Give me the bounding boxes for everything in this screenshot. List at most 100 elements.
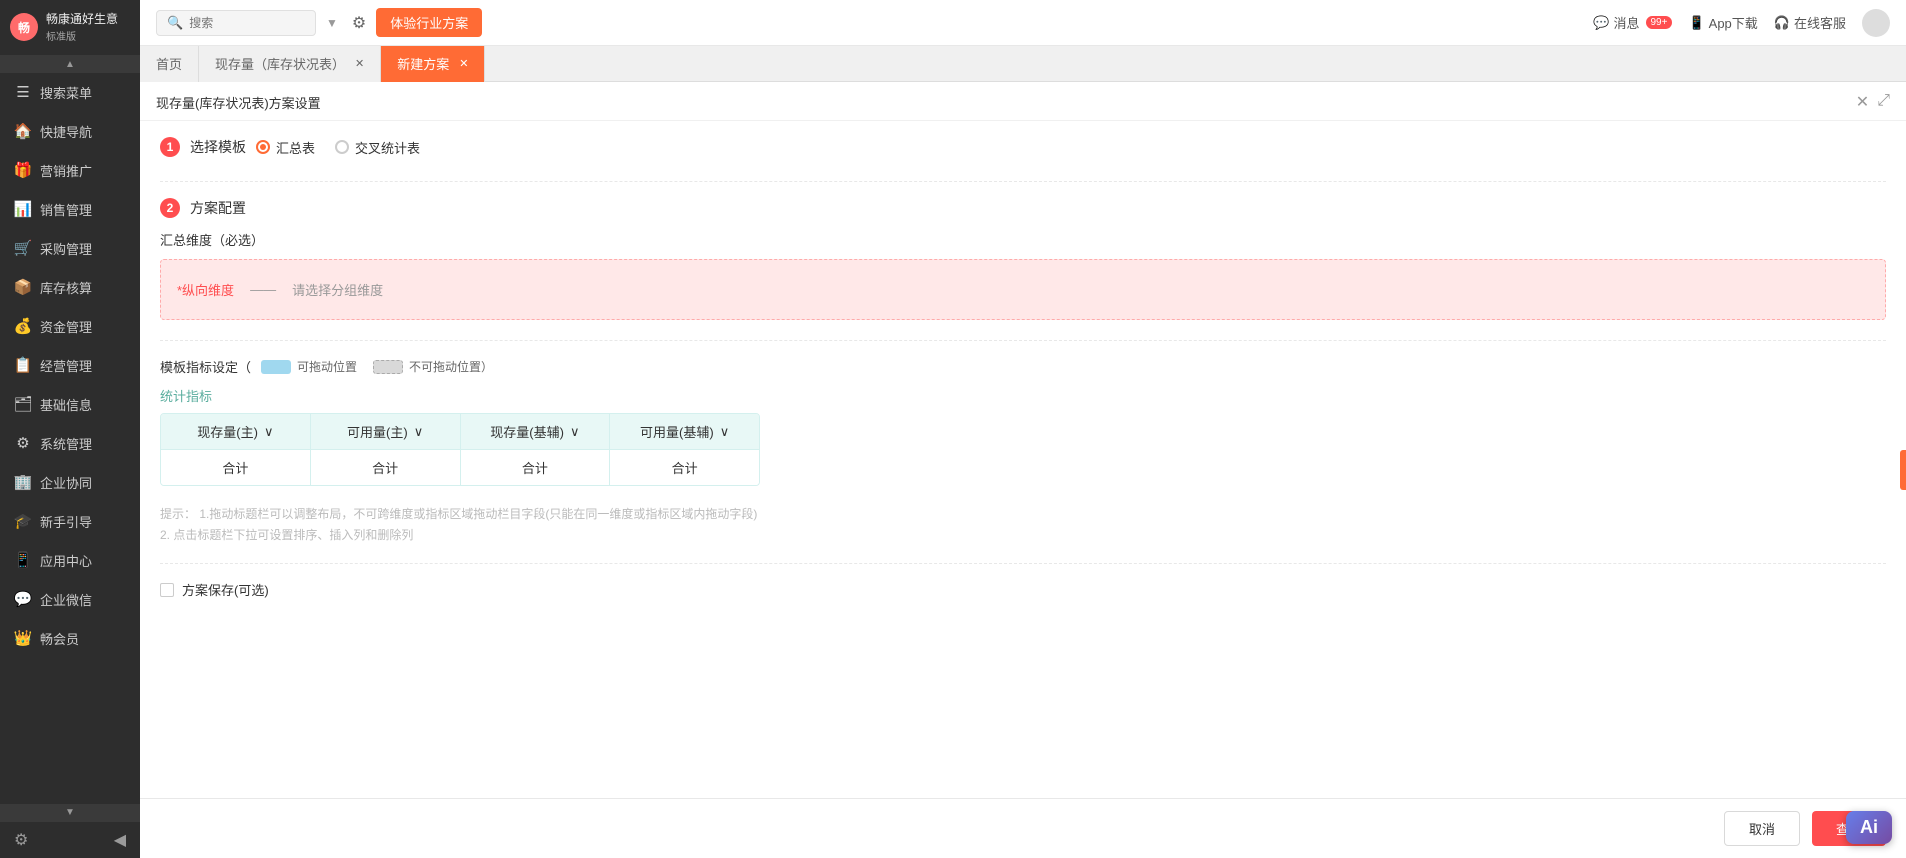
section2-header: 2 方案配置 bbox=[160, 198, 1886, 218]
sidebar-item-enterprise[interactable]: 🏢 企业协同 bbox=[0, 463, 140, 502]
indicator-label-text: 模板指标设定（ bbox=[160, 357, 251, 376]
legend-box-draggable bbox=[261, 360, 291, 374]
tab-new-scheme[interactable]: 新建方案 ✕ bbox=[381, 46, 485, 82]
topbar-gear-icon[interactable]: ⚙ bbox=[352, 13, 366, 33]
sidebar-item-label: 销售管理 bbox=[40, 200, 92, 219]
search-dropdown-icon[interactable]: ▼ bbox=[326, 16, 338, 30]
sidebar-item-finance[interactable]: 💰 资金管理 bbox=[0, 307, 140, 346]
sidebar-scroll-up[interactable]: ▲ bbox=[0, 56, 140, 73]
sidebar-item-wechat[interactable]: 💬 企业微信 bbox=[0, 580, 140, 619]
topbar-right: 💬 消息 99+ 📱 App下载 🎧 在线客服 bbox=[1593, 9, 1890, 37]
tab-new-scheme-close-icon[interactable]: ✕ bbox=[459, 57, 468, 70]
stats-cell-1: 合计 bbox=[161, 450, 311, 485]
sidebar-item-label: 快捷导航 bbox=[40, 122, 92, 141]
app-download-button[interactable]: 📱 App下载 bbox=[1688, 13, 1757, 32]
sidebar-item-management[interactable]: 📋 经营管理 bbox=[0, 346, 140, 385]
tab-inventory-status[interactable]: 现存量（库存状况表） ✕ bbox=[199, 46, 381, 82]
stats-col-3-header[interactable]: 现存量(基辅) ∨ bbox=[461, 414, 611, 449]
building-icon: 🏢 bbox=[14, 473, 32, 491]
section-divider-3 bbox=[160, 563, 1886, 564]
panel-expand-icon[interactable]: ⤢ bbox=[1877, 92, 1890, 112]
tab-home-label: 首页 bbox=[156, 54, 182, 73]
collapse-icon[interactable]: ◀ bbox=[114, 830, 126, 850]
sidebar-logo: 畅 畅康通好生意 标准版 bbox=[0, 0, 140, 56]
app-version: 标准版 bbox=[46, 28, 118, 43]
sidebar-item-newcomer[interactable]: 🎓 新手引导 bbox=[0, 502, 140, 541]
chevron-down-icon-4: ∨ bbox=[720, 424, 730, 440]
tabs-bar: 首页 现存量（库存状况表） ✕ 新建方案 ✕ bbox=[140, 46, 1906, 82]
search-input[interactable] bbox=[189, 16, 289, 30]
sidebar-item-vip[interactable]: 👑 畅会员 bbox=[0, 619, 140, 658]
cancel-button[interactable]: 取消 bbox=[1724, 811, 1800, 846]
clipboard-icon: 📋 bbox=[14, 356, 32, 374]
indicator-settings: 模板指标设定（ 可拖动位置 不可拖动位置） bbox=[160, 357, 1886, 489]
message-badge: 99+ bbox=[1646, 16, 1673, 29]
panel-title: 现存量(库存状况表)方案设置 bbox=[156, 93, 321, 112]
right-indicator bbox=[1900, 450, 1906, 490]
sidebar-item-basic-info[interactable]: 🗂 基础信息 bbox=[0, 385, 140, 424]
template-radio-group: 汇总表 交叉统计表 bbox=[256, 138, 420, 157]
form-content: 1 选择模板 汇总表 交叉统计表 bbox=[140, 121, 1906, 798]
trial-button[interactable]: 体验行业方案 bbox=[376, 8, 482, 37]
stats-col-1-header[interactable]: 现存量(主) ∨ bbox=[161, 414, 311, 449]
sidebar-item-label: 应用中心 bbox=[40, 551, 92, 570]
stats-cell-3: 合计 bbox=[461, 450, 611, 485]
sidebar-item-quick-nav[interactable]: 🏠 快捷导航 bbox=[0, 112, 140, 151]
sidebar-item-label: 畅会员 bbox=[40, 629, 79, 648]
sidebar-scroll-down[interactable]: ▼ bbox=[0, 804, 140, 821]
sidebar-item-search-menu[interactable]: ☰ 搜索菜单 bbox=[0, 73, 140, 112]
stats-col-1-label: 现存量(主) bbox=[197, 422, 258, 441]
stats-col-4-header[interactable]: 可用量(基辅) ∨ bbox=[610, 414, 759, 449]
sidebar-item-purchase[interactable]: 🛒 采购管理 bbox=[0, 229, 140, 268]
radio-dot-summary bbox=[256, 140, 270, 154]
tab-home[interactable]: 首页 bbox=[140, 46, 199, 82]
search-box[interactable]: 🔍 bbox=[156, 10, 316, 36]
message-label: 消息 bbox=[1613, 13, 1639, 32]
save-checkbox[interactable] bbox=[160, 583, 174, 597]
panel-close-icon[interactable]: ✕ bbox=[1856, 92, 1869, 112]
app-download-label: App下载 bbox=[1709, 13, 1758, 32]
phone-icon: 📱 bbox=[14, 551, 32, 569]
sidebar-item-marketing[interactable]: 🎁 营销推广 bbox=[0, 151, 140, 190]
stats-col-2-header[interactable]: 可用量(主) ∨ bbox=[311, 414, 461, 449]
stats-data-row: 合计 合计 合计 合计 bbox=[161, 450, 759, 485]
section1-title: 选择模板 bbox=[190, 137, 246, 157]
user-avatar[interactable] bbox=[1862, 9, 1890, 37]
sidebar-item-inventory[interactable]: 📦 库存核算 bbox=[0, 268, 140, 307]
hint-1: 提示： 1.拖动标题栏可以调整布局，不可跨维度或指标区域拖动栏目字段(只能在同一… bbox=[160, 505, 1886, 522]
sidebar-item-sales[interactable]: 📊 销售管理 bbox=[0, 190, 140, 229]
hint-section: 提示： 1.拖动标题栏可以调整布局，不可跨维度或指标区域拖动栏目字段(只能在同一… bbox=[160, 505, 1886, 543]
sidebar: 畅 畅康通好生意 标准版 ▲ ☰ 搜索菜单 🏠 快捷导航 🎁 营销推广 📊 销售… bbox=[0, 0, 140, 858]
dimension-box[interactable]: *纵向维度 —— 请选择分组维度 bbox=[160, 259, 1886, 320]
service-button[interactable]: 🎧 在线客服 bbox=[1774, 13, 1846, 32]
main-area: 🔍 ▼ ⚙ 体验行业方案 💬 消息 99+ 📱 App下载 🎧 在线客服 bbox=[140, 0, 1906, 858]
folder-icon: 🗂 bbox=[14, 395, 32, 413]
radio-summary[interactable]: 汇总表 bbox=[256, 138, 315, 157]
graduate-icon: 🎓 bbox=[14, 512, 32, 530]
legend-box-non-draggable bbox=[373, 360, 403, 374]
app-icon: 📱 bbox=[1688, 15, 1704, 31]
sidebar-item-label: 基础信息 bbox=[40, 395, 92, 414]
tab-inventory-close-icon[interactable]: ✕ bbox=[355, 57, 364, 70]
sidebar-item-label: 库存核算 bbox=[40, 278, 92, 297]
stats-header-row: 现存量(主) ∨ 可用量(主) ∨ 现存量(基辅) ∨ bbox=[161, 414, 759, 450]
panel-actions: ✕ ⤢ bbox=[1856, 92, 1890, 112]
sidebar-bottom: ⚙ ◀ bbox=[0, 821, 140, 858]
dimension-placeholder: 请选择分组维度 bbox=[292, 280, 383, 299]
headphone-icon: 🎧 bbox=[1774, 15, 1790, 31]
radio-cross[interactable]: 交叉统计表 bbox=[335, 138, 420, 157]
sidebar-item-label: 搜索菜单 bbox=[40, 83, 92, 102]
stats-table: 现存量(主) ∨ 可用量(主) ∨ 现存量(基辅) ∨ bbox=[160, 413, 760, 486]
sidebar-item-app-center[interactable]: 📱 应用中心 bbox=[0, 541, 140, 580]
section2-title: 方案配置 bbox=[190, 198, 246, 218]
legend-non-draggable: 不可拖动位置） bbox=[373, 358, 493, 375]
ai-badge[interactable]: Ai bbox=[1846, 811, 1892, 844]
chevron-down-icon-3: ∨ bbox=[570, 424, 580, 440]
settings-icon[interactable]: ⚙ bbox=[14, 830, 28, 850]
tab-new-scheme-label: 新建方案 bbox=[397, 54, 449, 73]
message-button[interactable]: 💬 消息 99+ bbox=[1593, 13, 1672, 32]
topbar: 🔍 ▼ ⚙ 体验行业方案 💬 消息 99+ 📱 App下载 🎧 在线客服 bbox=[140, 0, 1906, 46]
sidebar-item-system[interactable]: ⚙ 系统管理 bbox=[0, 424, 140, 463]
tab-inventory-label: 现存量（库存状况表） bbox=[215, 54, 345, 73]
chat-icon: 💬 bbox=[14, 590, 32, 608]
